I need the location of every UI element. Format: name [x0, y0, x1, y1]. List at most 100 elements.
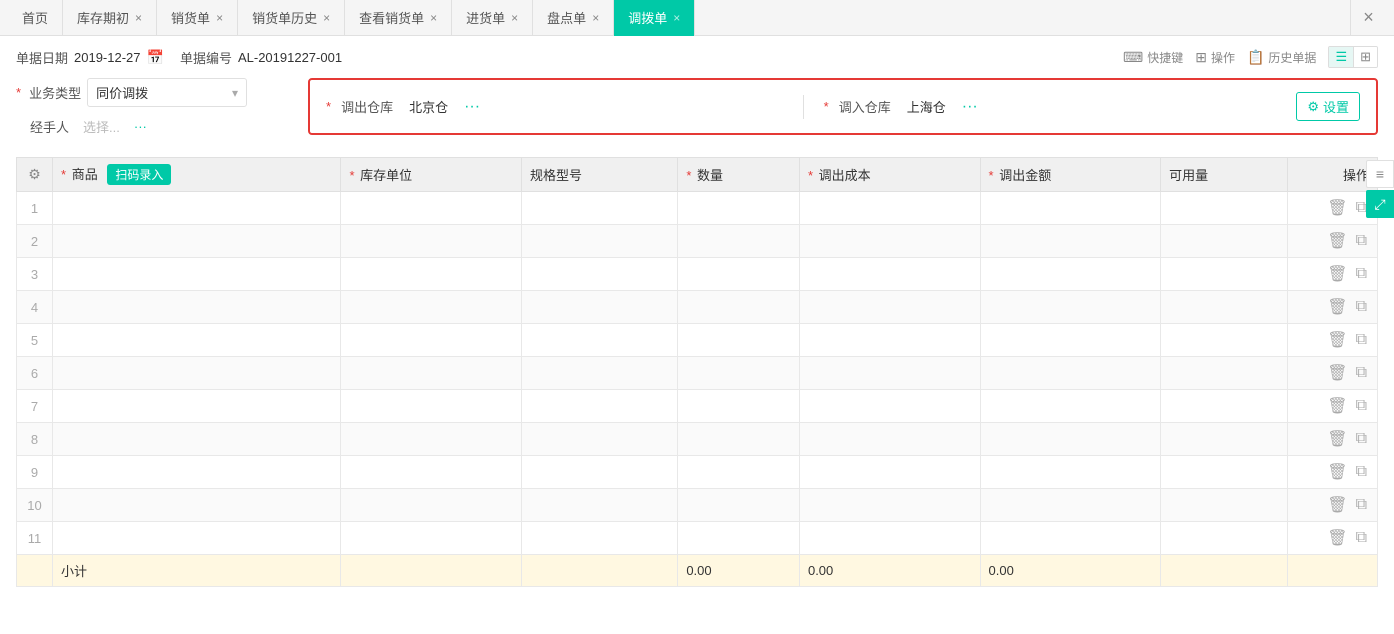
cell-product[interactable]: [53, 423, 341, 456]
cell-cost[interactable]: [799, 522, 980, 555]
tab-inventory-check-close[interactable]: ×: [592, 11, 599, 25]
delete-row-icon[interactable]: 🗑: [1327, 198, 1347, 218]
copy-row-icon[interactable]: ⧉: [1356, 364, 1367, 382]
cell-amount[interactable]: [980, 192, 1161, 225]
tab-sales-history-close[interactable]: ×: [323, 11, 330, 25]
tab-view-sales[interactable]: 查看销货单 ×: [345, 0, 452, 36]
cell-available[interactable]: [1161, 489, 1288, 522]
person-placeholder[interactable]: 选择...: [83, 117, 120, 136]
tab-inventory-check[interactable]: 盘点单 ×: [533, 0, 614, 36]
cell-product[interactable]: [53, 357, 341, 390]
delete-row-icon[interactable]: 🗑: [1327, 429, 1347, 449]
tab-sales-order-close[interactable]: ×: [216, 11, 223, 25]
cell-qty[interactable]: [678, 390, 800, 423]
cell-unit[interactable]: [341, 192, 522, 225]
operations-button[interactable]: ⊞ 操作: [1195, 49, 1235, 66]
cell-qty[interactable]: [678, 225, 800, 258]
cell-available[interactable]: [1161, 291, 1288, 324]
cell-cost[interactable]: [799, 390, 980, 423]
cell-amount[interactable]: [980, 489, 1161, 522]
cell-qty[interactable]: [678, 489, 800, 522]
cell-spec[interactable]: [522, 390, 678, 423]
cell-cost[interactable]: [799, 489, 980, 522]
tab-inventory-init[interactable]: 库存期初 ×: [63, 0, 157, 36]
tab-purchase-close[interactable]: ×: [511, 11, 518, 25]
delete-row-icon[interactable]: 🗑: [1327, 462, 1347, 482]
tab-sales-order[interactable]: 销货单 ×: [157, 0, 238, 36]
calendar-icon[interactable]: 📅: [147, 49, 164, 66]
cell-cost[interactable]: [799, 225, 980, 258]
warehouse-out-value[interactable]: 北京仓: [409, 97, 448, 116]
cell-spec[interactable]: [522, 489, 678, 522]
warehouse-in-more-icon[interactable]: ···: [962, 98, 978, 116]
cell-qty[interactable]: [678, 456, 800, 489]
cell-amount[interactable]: [980, 390, 1161, 423]
tab-sales-history[interactable]: 销货单历史 ×: [238, 0, 345, 36]
cell-product[interactable]: [53, 522, 341, 555]
cell-unit[interactable]: [341, 522, 522, 555]
cell-product[interactable]: [53, 456, 341, 489]
cell-qty[interactable]: [678, 291, 800, 324]
copy-row-icon[interactable]: ⧉: [1356, 265, 1367, 283]
copy-row-icon[interactable]: ⧉: [1356, 232, 1367, 250]
tab-transfer-close[interactable]: ×: [673, 11, 680, 25]
cell-amount[interactable]: [980, 456, 1161, 489]
doc-panel-button[interactable]: ≡: [1366, 160, 1394, 188]
delete-row-icon[interactable]: 🗑: [1327, 297, 1347, 317]
cell-available[interactable]: [1161, 225, 1288, 258]
tab-view-sales-close[interactable]: ×: [430, 11, 437, 25]
scan-button[interactable]: 扫码录入: [107, 164, 171, 185]
copy-row-icon[interactable]: ⧉: [1356, 331, 1367, 349]
table-settings-icon[interactable]: ⚙: [28, 166, 41, 182]
cell-spec[interactable]: [522, 456, 678, 489]
cell-spec[interactable]: [522, 258, 678, 291]
cell-product[interactable]: [53, 258, 341, 291]
cell-spec[interactable]: [522, 357, 678, 390]
cell-product[interactable]: [53, 324, 341, 357]
cell-qty[interactable]: [678, 258, 800, 291]
cell-cost[interactable]: [799, 291, 980, 324]
delete-row-icon[interactable]: 🗑: [1327, 495, 1347, 515]
cell-unit[interactable]: [341, 390, 522, 423]
cell-spec[interactable]: [522, 192, 678, 225]
cell-amount[interactable]: [980, 225, 1161, 258]
settings-button[interactable]: ⚙ 设置: [1296, 92, 1360, 121]
cell-available[interactable]: [1161, 324, 1288, 357]
cell-available[interactable]: [1161, 357, 1288, 390]
shortcuts-button[interactable]: ⌨ 快捷键: [1123, 49, 1183, 66]
delete-row-icon[interactable]: 🗑: [1327, 528, 1347, 548]
tab-transfer[interactable]: 调拨单 ×: [614, 0, 695, 36]
cell-unit[interactable]: [341, 258, 522, 291]
cell-product[interactable]: [53, 291, 341, 324]
cell-qty[interactable]: [678, 357, 800, 390]
cell-cost[interactable]: [799, 423, 980, 456]
cell-product[interactable]: [53, 192, 341, 225]
cell-qty[interactable]: [678, 423, 800, 456]
cell-cost[interactable]: [799, 357, 980, 390]
cell-qty[interactable]: [678, 192, 800, 225]
tab-home[interactable]: 首页: [8, 0, 63, 36]
copy-row-icon[interactable]: ⧉: [1356, 529, 1367, 547]
cell-unit[interactable]: [341, 291, 522, 324]
cell-available[interactable]: [1161, 456, 1288, 489]
delete-row-icon[interactable]: 🗑: [1327, 363, 1347, 383]
cell-amount[interactable]: [980, 423, 1161, 456]
copy-row-icon[interactable]: ⧉: [1356, 496, 1367, 514]
delete-row-icon[interactable]: 🗑: [1327, 264, 1347, 284]
warehouse-in-value[interactable]: 上海仓: [907, 97, 946, 116]
cell-unit[interactable]: [341, 324, 522, 357]
cell-cost[interactable]: [799, 324, 980, 357]
copy-row-icon[interactable]: ⧉: [1356, 298, 1367, 316]
window-close-button[interactable]: ×: [1350, 0, 1386, 36]
cell-cost[interactable]: [799, 192, 980, 225]
expand-panel-button[interactable]: ⤢: [1366, 190, 1394, 218]
delete-row-icon[interactable]: 🗑: [1327, 231, 1347, 251]
tab-purchase[interactable]: 进货单 ×: [452, 0, 533, 36]
cell-amount[interactable]: [980, 258, 1161, 291]
delete-row-icon[interactable]: 🗑: [1327, 330, 1347, 350]
list-view-button[interactable]: ☰: [1329, 47, 1354, 67]
cell-cost[interactable]: [799, 258, 980, 291]
cell-unit[interactable]: [341, 489, 522, 522]
cell-amount[interactable]: [980, 324, 1161, 357]
grid-view-button[interactable]: ⊞: [1354, 47, 1377, 67]
